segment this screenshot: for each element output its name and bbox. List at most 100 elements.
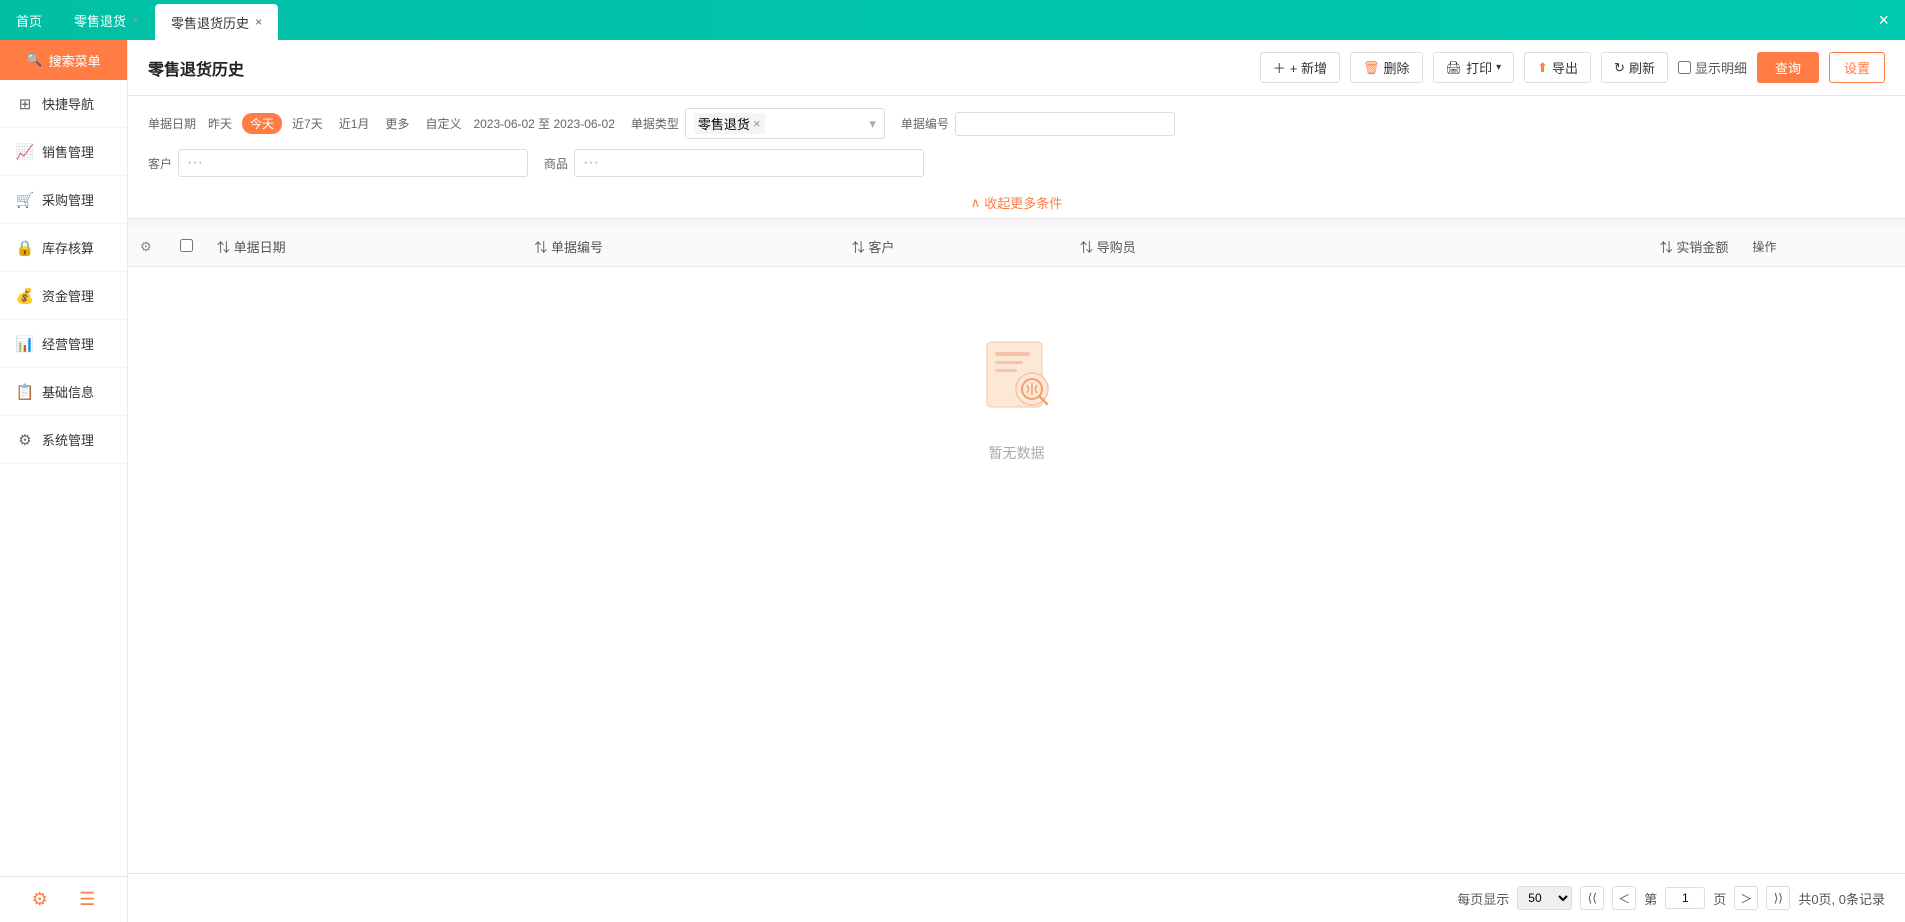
customer-select[interactable]: ···	[178, 149, 528, 177]
col-amount[interactable]: ⇅ 实销金额	[1423, 227, 1740, 267]
table-config-icon[interactable]: ⚙	[140, 239, 152, 254]
sidebar-icon-inventory: 🔒	[16, 239, 34, 257]
sidebar-label-business: 经营管理	[42, 334, 94, 353]
print-button[interactable]: 🖨 打印 ▾	[1433, 52, 1515, 83]
export-button[interactable]: ⬆ 导出	[1524, 52, 1591, 83]
filter-row-2: 客户 ··· 商品 ···	[148, 149, 1885, 177]
prev-page-button[interactable]: ＜	[1612, 886, 1636, 910]
sidebar-item-business[interactable]: 📊 经营管理	[0, 320, 127, 368]
empty-illustration	[967, 327, 1067, 427]
sidebar-item-base-info[interactable]: 📋 基础信息	[0, 368, 127, 416]
customer-dots: ···	[187, 154, 203, 172]
col-customer-label: ⇅ 客户	[852, 240, 895, 255]
type-tag: 零售退货 ×	[694, 113, 765, 134]
sidebar-icon-system: ⚙	[16, 431, 34, 449]
number-filter-label: 单据编号	[901, 115, 949, 132]
sidebar-label-finance: 资金管理	[42, 286, 94, 305]
collapse-menu-icon[interactable]: ☰	[79, 889, 95, 910]
goods-filter-group: 商品 ···	[544, 149, 924, 177]
page-header: 零售退货历史 ＋ + 新增 🗑 删除 🖨 打印 ▾ ⬆ 导出	[128, 40, 1905, 96]
last-page-button[interactable]: ⟩⟩	[1766, 886, 1790, 910]
tab-home[interactable]: 首页	[0, 0, 58, 40]
empty-state: 暂无数据	[128, 267, 1905, 523]
display-toggle[interactable]: 显示明细	[1678, 58, 1747, 77]
next-page-button[interactable]: ＞	[1734, 886, 1758, 910]
sidebar-item-inventory[interactable]: 🔒 库存核算	[0, 224, 127, 272]
collapse-bar[interactable]: ∧ 收起更多条件	[148, 187, 1885, 218]
page-size-select[interactable]: 50 20 100	[1517, 886, 1572, 910]
number-filter-input[interactable]	[955, 112, 1175, 136]
sidebar-icon-quick-nav: ⊞	[16, 95, 34, 113]
query-button[interactable]: 查询	[1757, 52, 1819, 83]
display-toggle-label: 显示明细	[1695, 58, 1747, 77]
col-customer[interactable]: ⇅ 客户	[840, 227, 1068, 267]
col-number-label: ⇅ 单据编号	[534, 240, 603, 255]
sidebar-icon-base-info: 📋	[16, 383, 34, 401]
date-btn-custom[interactable]: 自定义	[419, 113, 467, 134]
date-btn-7days[interactable]: 近7天	[286, 113, 329, 134]
type-select[interactable]: 零售退货 × ▾	[685, 108, 885, 139]
new-button[interactable]: ＋ + 新增	[1260, 52, 1340, 83]
col-number[interactable]: ⇅ 单据编号	[522, 227, 839, 267]
table-area: ⚙ ⇅ 单据日期 ⇅ 单据编号	[128, 227, 1905, 922]
col-date-label: ⇅ 单据日期	[217, 240, 286, 255]
col-guide[interactable]: ⇅ 导购员	[1068, 227, 1341, 267]
goods-select[interactable]: ···	[574, 149, 924, 177]
settings-icon[interactable]: ⚙	[32, 889, 48, 910]
content-area: 零售退货历史 ＋ + 新增 🗑 删除 🖨 打印 ▾ ⬆ 导出	[128, 40, 1905, 922]
goods-filter-label: 商品	[544, 155, 568, 172]
date-btn-today[interactable]: 今天	[242, 113, 282, 134]
tab-label-return-history: 零售退货历史	[171, 13, 249, 32]
data-table: ⚙ ⇅ 单据日期 ⇅ 单据编号	[128, 227, 1905, 267]
date-range-value: 2023-06-02 至 2023-06-02	[473, 115, 614, 132]
date-quick-filters: 昨天 今天 近7天 近1月 更多 自定义	[202, 113, 467, 134]
setting-button[interactable]: 设置	[1829, 52, 1885, 83]
sidebar-icon-business: 📊	[16, 335, 34, 353]
page-label: 第	[1644, 889, 1657, 908]
sidebar-search-label: 搜索菜单	[49, 51, 101, 70]
sidebar-menu: ⊞ 快捷导航 📈 销售管理 🛒 采购管理 🔒 库存核算 💰 资金管理 📊 经营管…	[0, 80, 127, 876]
empty-text: 暂无数据	[989, 443, 1045, 463]
date-filter-group: 单据日期 昨天 今天 近7天 近1月 更多 自定义 2023-06-02 至 2…	[148, 113, 615, 134]
goods-dots: ···	[583, 154, 599, 172]
sidebar-item-system[interactable]: ⚙ 系统管理	[0, 416, 127, 464]
window-close-button[interactable]: ×	[1862, 10, 1905, 31]
tab-close-return[interactable]: ×	[132, 13, 139, 27]
page-size-label: 每页显示	[1457, 889, 1509, 908]
main-layout: 🔍 搜索菜单 ⊞ 快捷导航 📈 销售管理 🛒 采购管理 🔒 库存核算 💰 资金管…	[0, 40, 1905, 922]
sidebar-search-button[interactable]: 🔍 搜索菜单	[0, 40, 127, 80]
type-tag-close[interactable]: ×	[753, 116, 761, 131]
type-filter-label: 单据类型	[631, 115, 679, 132]
type-tag-text: 零售退货	[698, 114, 750, 133]
delete-button[interactable]: 🗑 删除	[1350, 52, 1423, 83]
col-guide-label: ⇅ 导购员	[1080, 240, 1136, 255]
page-number-input[interactable]	[1665, 887, 1705, 909]
sidebar-item-finance[interactable]: 💰 资金管理	[0, 272, 127, 320]
select-all-checkbox[interactable]	[180, 239, 193, 252]
display-toggle-checkbox[interactable]	[1678, 61, 1691, 74]
customer-filter-label: 客户	[148, 155, 172, 172]
tab-return-history[interactable]: 零售退货历史 ×	[155, 4, 278, 40]
sidebar: 🔍 搜索菜单 ⊞ 快捷导航 📈 销售管理 🛒 采购管理 🔒 库存核算 💰 资金管…	[0, 40, 128, 922]
refresh-button[interactable]: ↻ 刷新	[1601, 52, 1668, 83]
tab-return[interactable]: 零售退货×	[58, 0, 155, 40]
date-btn-more[interactable]: 更多	[379, 113, 415, 134]
top-bar: 首页零售退货× 零售退货历史 × ×	[0, 0, 1905, 40]
sidebar-icon-sales-mgmt: 📈	[16, 143, 34, 161]
sidebar-item-purchase-mgmt[interactable]: 🛒 采购管理	[0, 176, 127, 224]
filter-row-1: 单据日期 昨天 今天 近7天 近1月 更多 自定义 2023-06-02 至 2…	[148, 108, 1885, 139]
col-date[interactable]: ⇅ 单据日期	[205, 227, 522, 267]
tab-label-home: 首页	[16, 11, 42, 30]
date-btn-1month[interactable]: 近1月	[333, 113, 376, 134]
number-filter-group: 单据编号	[901, 112, 1175, 136]
date-btn-yesterday[interactable]: 昨天	[202, 113, 238, 134]
sidebar-item-sales-mgmt[interactable]: 📈 销售管理	[0, 128, 127, 176]
first-page-button[interactable]: ⟨⟨	[1580, 886, 1604, 910]
sidebar-bottom: ⚙ ☰	[0, 876, 127, 922]
tab-close-return-history[interactable]: ×	[255, 15, 262, 29]
print-icon: 🖨	[1446, 60, 1463, 76]
page-title: 零售退货历史	[148, 56, 244, 80]
col-amount-label: ⇅ 实销金额	[1660, 240, 1729, 255]
sidebar-item-quick-nav[interactable]: ⊞ 快捷导航	[0, 80, 127, 128]
collapse-label: 收起更多条件	[984, 193, 1062, 212]
